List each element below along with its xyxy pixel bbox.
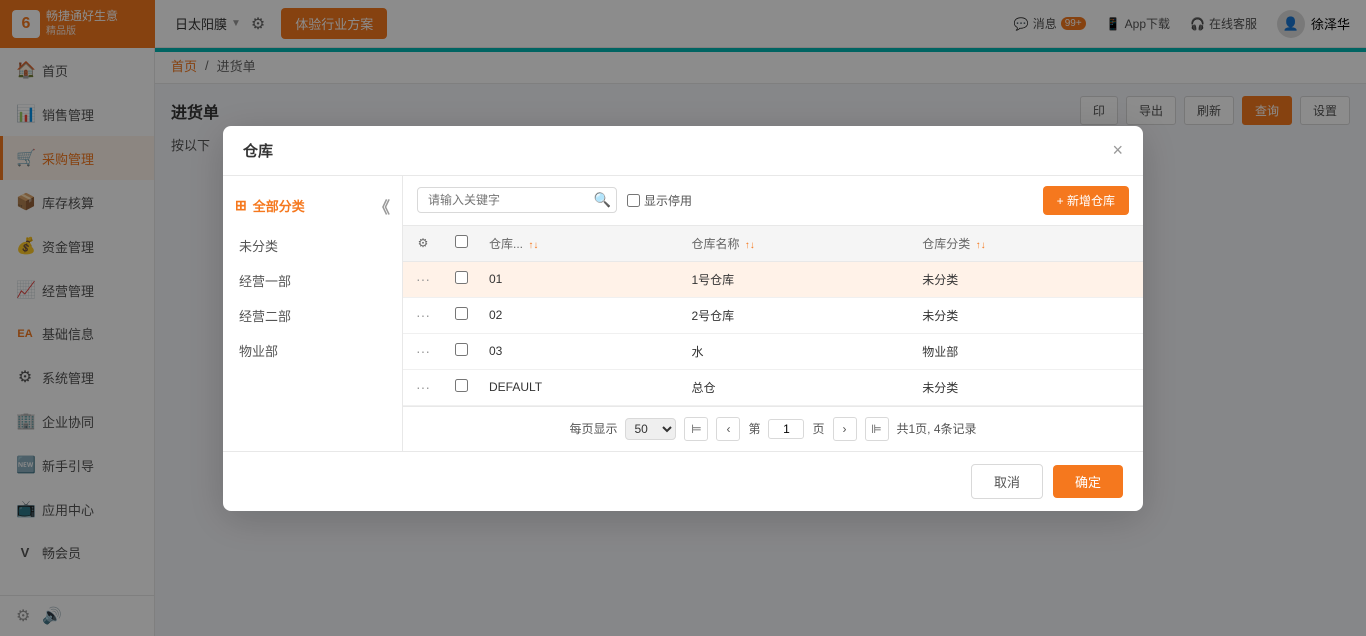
page-next-button[interactable]: › — [833, 417, 857, 441]
modal-overlay: 仓库 × ⊞ 全部分类 《 未分类 经营一部 经营二部 物业部 — [0, 0, 1366, 636]
search-wrap: 🔍 — [417, 187, 617, 213]
col-code-sort-icon: ↑↓ — [528, 240, 538, 251]
row-dots[interactable]: ··· — [416, 271, 430, 287]
table-row[interactable]: ··· 01 1号仓库 未分类 — [403, 261, 1143, 297]
col-category-sort-icon: ↑↓ — [976, 240, 986, 251]
modal-body: ⊞ 全部分类 《 未分类 经营一部 经营二部 物业部 🔍 — [223, 176, 1143, 451]
total-info: 共1页, 4条记录 — [897, 420, 977, 437]
modal-header: 仓库 × — [223, 126, 1143, 176]
page-size-select[interactable]: 102050100 — [625, 418, 676, 440]
row-code: DEFAULT — [479, 369, 681, 405]
row-code: 03 — [479, 333, 681, 369]
col-name[interactable]: 仓库名称 ↑↓ — [681, 226, 912, 262]
search-input[interactable] — [417, 187, 617, 213]
tree-collapse-button[interactable]: 《 — [374, 194, 390, 218]
col-category-label: 仓库分类 — [922, 237, 970, 251]
table-row[interactable]: ··· DEFAULT 总仓 未分类 — [403, 369, 1143, 405]
col-code-label: 仓库... — [489, 237, 523, 251]
tree-item-unclassified[interactable]: 未分类 — [223, 228, 402, 263]
tree-header: ⊞ 全部分类 《 — [223, 188, 402, 228]
confirm-button[interactable]: 确定 — [1053, 465, 1123, 498]
table-row[interactable]: ··· 02 2号仓库 未分类 — [403, 297, 1143, 333]
modal-footer: 取消 确定 — [223, 451, 1143, 511]
row-category: 未分类 — [912, 297, 1143, 333]
col-settings[interactable]: ⚙ — [403, 226, 443, 262]
row-code: 02 — [479, 297, 681, 333]
row-checkbox-cell — [443, 333, 479, 369]
select-all-checkbox[interactable] — [455, 235, 468, 248]
col-name-sort-icon: ↑↓ — [745, 240, 755, 251]
warehouse-table: ⚙ 仓库... ↑↓ 仓库名称 ↑↓ — [403, 226, 1143, 406]
modal-title: 仓库 — [243, 140, 273, 161]
row-category: 未分类 — [912, 261, 1143, 297]
row-checkbox[interactable] — [455, 307, 468, 320]
row-settings: ··· — [403, 369, 443, 405]
row-checkbox[interactable] — [455, 343, 468, 356]
row-checkbox-cell — [443, 369, 479, 405]
page-unit: 页 — [812, 420, 824, 437]
row-dots[interactable]: ··· — [416, 343, 430, 359]
tree-root-label[interactable]: 全部分类 — [253, 196, 305, 215]
page-number-input[interactable] — [768, 419, 804, 439]
table-content-panel: 🔍 显示停用 + 新增仓库 ⚙ — [403, 176, 1143, 451]
page-last-button[interactable]: ⊫ — [865, 417, 889, 441]
row-category: 物业部 — [912, 333, 1143, 369]
warehouse-modal: 仓库 × ⊞ 全部分类 《 未分类 经营一部 经营二部 物业部 — [223, 126, 1143, 511]
page-label: 第 — [748, 420, 760, 437]
row-checkbox[interactable] — [455, 271, 468, 284]
table-toolbar: 🔍 显示停用 + 新增仓库 — [403, 176, 1143, 226]
table-header-row: ⚙ 仓库... ↑↓ 仓库名称 ↑↓ — [403, 226, 1143, 262]
row-settings: ··· — [403, 333, 443, 369]
col-name-label: 仓库名称 — [691, 237, 739, 251]
row-settings: ··· — [403, 261, 443, 297]
row-name: 水 — [681, 333, 912, 369]
page-first-button[interactable]: ⊨ — [684, 417, 708, 441]
row-name: 1号仓库 — [681, 261, 912, 297]
tree-item-property[interactable]: 物业部 — [223, 333, 402, 368]
row-dots[interactable]: ··· — [416, 379, 430, 395]
show-disabled-checkbox-label[interactable]: 显示停用 — [627, 192, 692, 209]
row-settings: ··· — [403, 297, 443, 333]
grid-icon: ⊞ — [235, 197, 247, 214]
modal-close-button[interactable]: × — [1112, 140, 1123, 161]
page-size-label: 每页显示 — [569, 420, 617, 437]
row-checkbox-cell — [443, 261, 479, 297]
add-warehouse-button[interactable]: + 新增仓库 — [1043, 186, 1129, 215]
tree-item-operation2[interactable]: 经营二部 — [223, 298, 402, 333]
row-name: 2号仓库 — [681, 297, 912, 333]
page-prev-button[interactable]: ‹ — [716, 417, 740, 441]
col-code[interactable]: 仓库... ↑↓ — [479, 226, 681, 262]
row-category: 未分类 — [912, 369, 1143, 405]
col-checkbox — [443, 226, 479, 262]
cancel-button[interactable]: 取消 — [971, 464, 1043, 499]
row-dots[interactable]: ··· — [416, 307, 430, 323]
table-row[interactable]: ··· 03 水 物业部 — [403, 333, 1143, 369]
col-category[interactable]: 仓库分类 ↑↓ — [912, 226, 1143, 262]
show-disabled-checkbox[interactable] — [627, 194, 640, 207]
row-checkbox[interactable] — [455, 379, 468, 392]
row-checkbox-cell — [443, 297, 479, 333]
row-code: 01 — [479, 261, 681, 297]
category-tree-panel: ⊞ 全部分类 《 未分类 经营一部 经营二部 物业部 — [223, 176, 403, 451]
search-icon[interactable]: 🔍 — [594, 192, 611, 209]
tree-item-operation1[interactable]: 经营一部 — [223, 263, 402, 298]
pagination-bar: 每页显示 102050100 ⊨ ‹ 第 页 › ⊫ 共1页, 4条记录 — [403, 406, 1143, 451]
row-name: 总仓 — [681, 369, 912, 405]
